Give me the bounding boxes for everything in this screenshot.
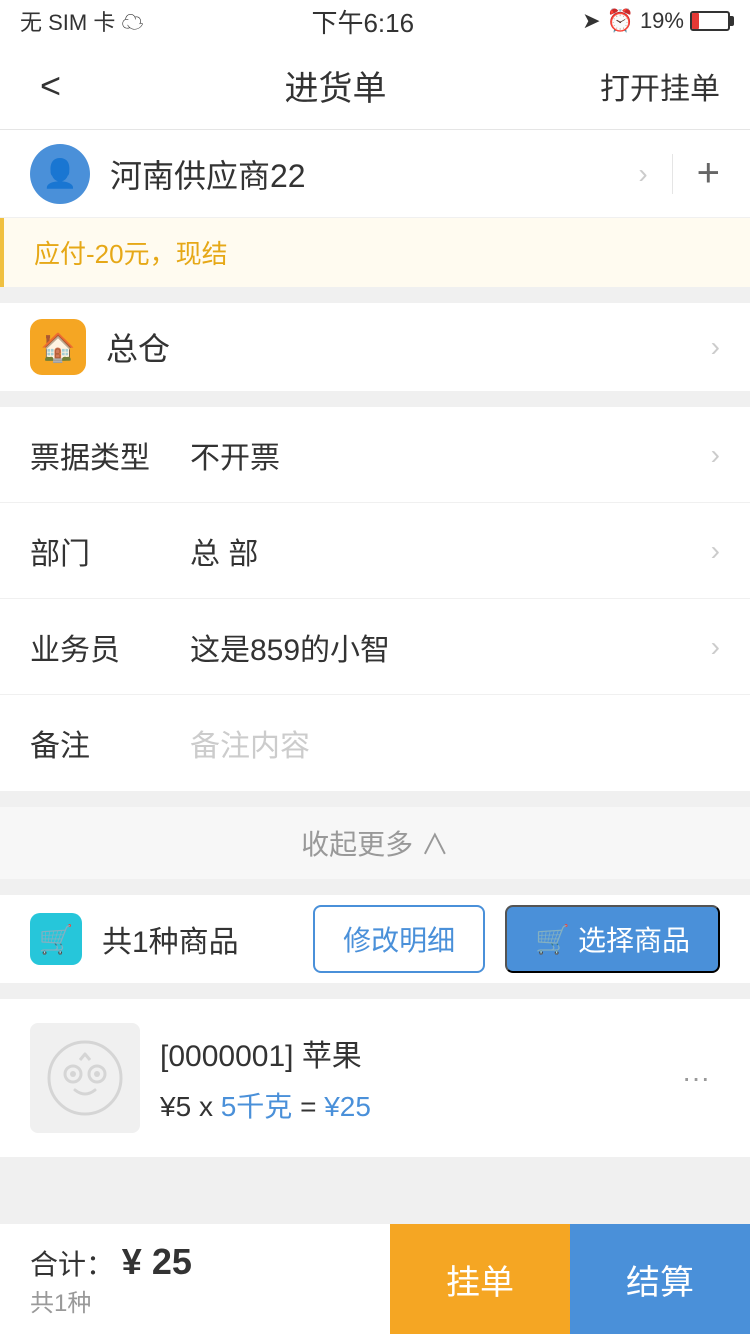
remark-input[interactable]: 备注内容 [170,721,720,765]
add-button[interactable]: + [697,151,720,196]
edit-detail-button[interactable]: 修改明细 [313,905,485,973]
warehouse-icon: 🏠 [30,319,86,375]
product-info: [0000001] 苹果 ¥5 x 5千克 = ¥25 [160,1031,652,1125]
department-row[interactable]: 部门 总 部 › [0,503,750,599]
total-amount: ¥ 25 [122,1241,192,1282]
total-row: 合计： ¥ 25 [30,1241,360,1283]
warehouse-section: 🏠 总仓 › [0,303,750,391]
invoice-row[interactable]: 票据类型 不开票 › [0,407,750,503]
product-thumbnail [30,1023,140,1133]
back-button[interactable]: < [30,55,71,117]
supplier-name: 河南供应商22 [110,151,306,197]
signal-text: 无 SIM 卡 ☁ [20,5,143,37]
total-count: 共1种 [30,1283,360,1318]
invoice-chevron-icon: › [711,439,720,471]
select-product-button[interactable]: 🛒 选择商品 [505,905,720,973]
supplier-row[interactable]: 👤 河南供应商22 › + [0,130,750,218]
invoice-label: 票据类型 [30,433,170,477]
remark-label: 备注 [30,721,170,765]
battery-percent: 19% [640,8,684,34]
salesman-row[interactable]: 业务员 这是859的小智 › [0,599,750,695]
battery-icon [690,11,730,31]
checkout-button[interactable]: 结算 [570,1224,750,1334]
product-price: ¥5 x 5千克 = ¥25 [160,1085,652,1125]
supplier-avatar: 👤 [30,144,90,204]
supplier-left: 👤 河南供应商22 [30,144,638,204]
price-value: ¥5 [160,1091,191,1122]
divider [672,154,673,194]
warehouse-row[interactable]: 🏠 总仓 › [0,303,750,391]
remark-row[interactable]: 备注 备注内容 [0,695,750,791]
warehouse-chevron-icon: › [711,331,720,363]
supplier-chevron-icon: › [638,158,647,190]
quantity-value: 5千克 [221,1091,293,1122]
total-section: 合计： ¥ 25 共1种 [0,1241,390,1318]
warehouse-name: 总仓 [106,324,711,370]
page-title: 进货单 [285,61,387,110]
department-chevron-icon: › [711,535,720,567]
products-header: 🛒 共1种商品 修改明细 🛒 选择商品 [0,895,750,983]
department-label: 部门 [30,529,170,573]
home-icon: 🏠 [41,331,76,364]
product-count: 共1种商品 [102,917,293,961]
status-time: 下午6:16 [311,3,414,40]
owl-logo-icon [45,1038,125,1118]
form-section: 票据类型 不开票 › 部门 总 部 › 业务员 这是859的小智 › 备注 备注… [0,407,750,791]
salesman-label: 业务员 [30,625,170,669]
status-bar: 无 SIM 卡 ☁ 下午6:16 ➤ ⏰ 19% [0,0,750,42]
product-title: 苹果 [302,1040,362,1073]
main-content: 👤 河南供应商22 › + 应付-20元，现结 🏠 总仓 › 票据类型 不开票 … [0,130,750,1267]
total-value: ¥25 [324,1091,371,1122]
bag-icon: 🛒 [39,923,74,956]
supplier-section: 👤 河南供应商22 › + 应付-20元，现结 [0,130,750,287]
select-icon: 🛒 [535,923,570,956]
hang-button[interactable]: 挂单 [390,1224,570,1334]
status-left: 无 SIM 卡 ☁ [20,5,143,37]
bottom-bar: 合计： ¥ 25 共1种 挂单 结算 [0,1224,750,1334]
invoice-value: 不开票 [170,433,711,477]
avatar-icon: 👤 [43,157,78,190]
department-value: 总 部 [170,529,711,573]
salesman-chevron-icon: › [711,631,720,663]
product-id: [0000001] [160,1040,293,1073]
product-name: [0000001] 苹果 [160,1031,652,1075]
nav-bar: < 进货单 打开挂单 [0,42,750,130]
equals-sign: = [300,1091,324,1122]
salesman-value: 这是859的小智 [170,625,711,669]
alarm-icon: ⏰ [607,8,634,34]
payment-notice: 应付-20元，现结 [0,218,750,287]
multiply-sign: x [199,1091,221,1122]
location-icon: ➤ [582,8,600,34]
more-button[interactable]: ··· [672,1052,720,1104]
total-label: 合计： [30,1249,114,1280]
status-right: ➤ ⏰ 19% [582,8,730,34]
collapse-bar[interactable]: 收起更多 ∧ [0,807,750,879]
open-hang-button[interactable]: 打开挂单 [600,64,720,108]
product-icon: 🛒 [30,913,82,965]
product-item: [0000001] 苹果 ¥5 x 5千克 = ¥25 ··· [0,999,750,1157]
